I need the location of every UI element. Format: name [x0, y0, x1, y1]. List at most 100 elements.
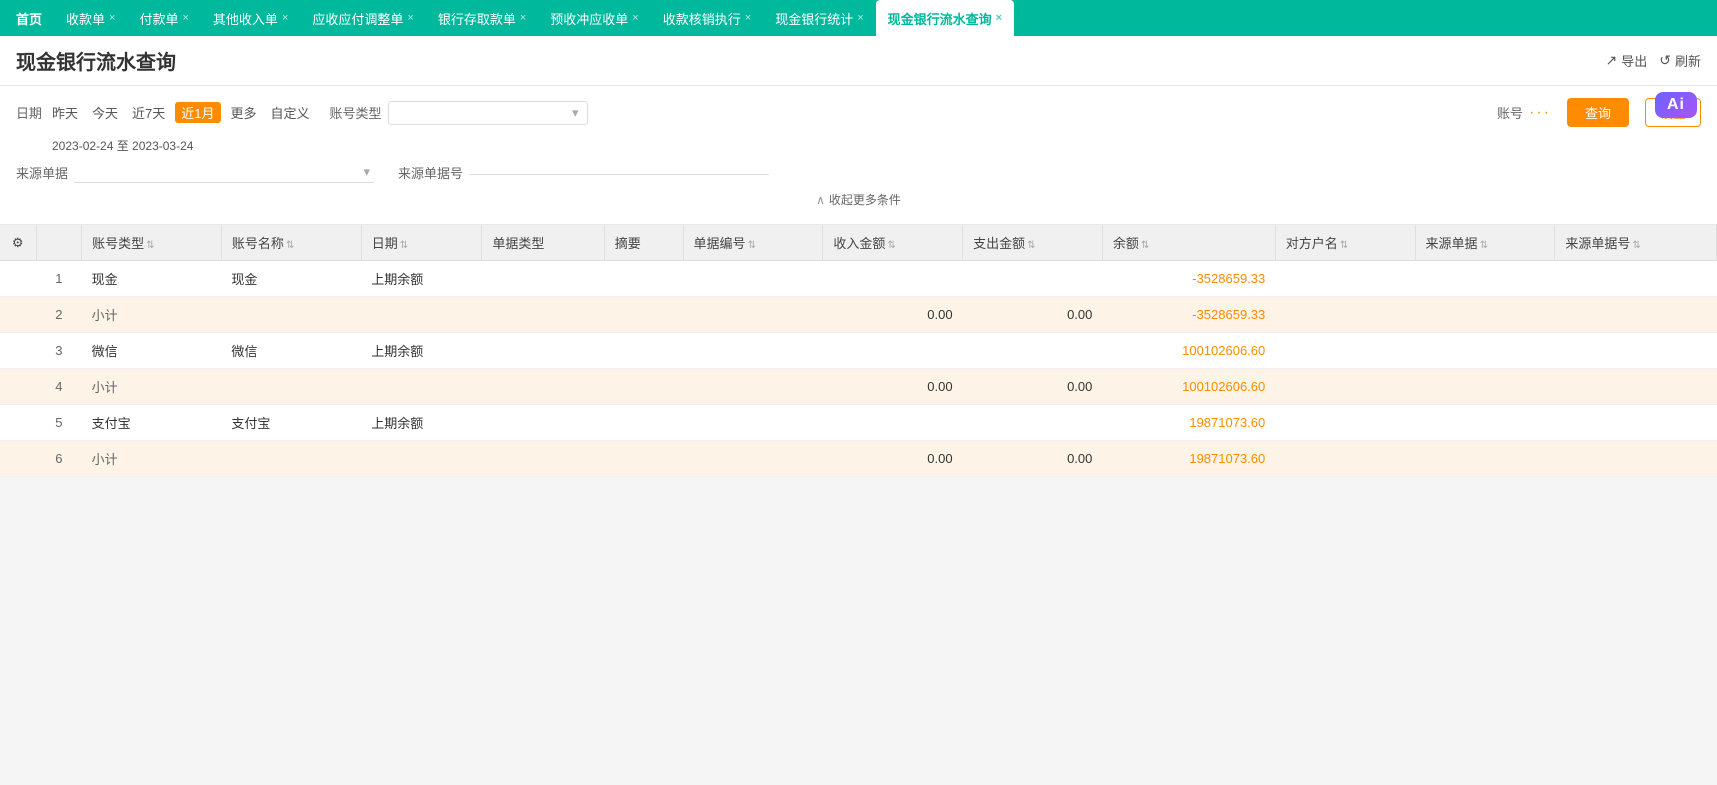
close-payment-icon[interactable]: × — [182, 12, 188, 24]
col-source-doc[interactable]: 来源单据⇅ — [1415, 225, 1555, 261]
close-cash-flow-icon[interactable]: × — [996, 12, 1002, 24]
col-balance[interactable]: 余额⇅ — [1102, 225, 1275, 261]
table-cell — [482, 261, 604, 297]
nav-cash-flow-label: 现金银行流水查询 — [888, 9, 992, 28]
ai-assistant-button[interactable]: Ai — [1655, 92, 1697, 118]
refresh-button[interactable]: ↺ 刷新 — [1659, 51, 1701, 70]
table-row[interactable]: 4小计0.000.00100102606.60 — [0, 369, 1717, 405]
table-cell — [1275, 261, 1415, 297]
table-cell — [0, 369, 36, 405]
col-source-doc-no[interactable]: 来源单据号⇅ — [1555, 225, 1717, 261]
nav-tab-payment[interactable]: 付款单 × — [127, 0, 200, 36]
table-cell: 0.00 — [963, 297, 1103, 333]
nav-tab-home[interactable]: 首页 — [4, 0, 54, 36]
close-receipt-icon[interactable]: × — [109, 12, 115, 24]
table-cell: 支付宝 — [221, 405, 361, 441]
col-gear[interactable]: ⚙ — [0, 225, 36, 261]
table-header-row: ⚙ 账号类型⇅ 账号名称⇅ 日期⇅ 单据类型 摘要 单据编号⇅ 收入金额⇅ 支出… — [0, 225, 1717, 261]
source-doc-no-input[interactable] — [469, 170, 769, 175]
table-row[interactable]: 1现金现金上期余额-3528659.33 — [0, 261, 1717, 297]
col-expense[interactable]: 支出金额⇅ — [963, 225, 1103, 261]
col-doc-no[interactable]: 单据编号⇅ — [683, 225, 823, 261]
account-type-select[interactable]: ▾ — [388, 101, 588, 125]
page-title: 现金银行流水查询 — [16, 46, 176, 75]
close-other-income-icon[interactable]: × — [282, 12, 288, 24]
account-label: 账号 — [1497, 103, 1523, 122]
col-date[interactable]: 日期⇅ — [361, 225, 482, 261]
col-income[interactable]: 收入金额⇅ — [823, 225, 963, 261]
export-icon: ↗ — [1606, 52, 1618, 69]
table-cell — [1275, 441, 1415, 477]
query-button[interactable]: 查询 — [1567, 98, 1629, 127]
export-label: 导出 — [1621, 51, 1647, 70]
top-navigation: 首页 收款单 × 付款单 × 其他收入单 × 应收应付调整单 × 银行存取款单 … — [0, 0, 1717, 36]
close-arap-icon[interactable]: × — [407, 12, 413, 24]
table-cell — [683, 369, 823, 405]
table-cell: -3528659.33 — [1102, 261, 1275, 297]
nav-other-income-label: 其他收入单 — [213, 9, 278, 28]
table-row[interactable]: 6小计0.000.0019871073.60 — [0, 441, 1717, 477]
last7-btn[interactable]: 近7天 — [128, 102, 169, 123]
table-cell — [1415, 261, 1555, 297]
table-cell: 微信 — [221, 333, 361, 369]
header-actions: ↗ 导出 ↺ 刷新 — [1606, 51, 1702, 70]
nav-tab-ar-ap-adjust[interactable]: 应收应付调整单 × — [300, 0, 425, 36]
close-cash-stats-icon[interactable]: × — [857, 12, 863, 24]
nav-tab-writeoff[interactable]: 收款核销执行 × — [651, 0, 763, 36]
table-row[interactable]: 3微信微信上期余额100102606.60 — [0, 333, 1717, 369]
account-dots-button[interactable]: ··· — [1529, 104, 1551, 122]
table-cell — [604, 261, 683, 297]
nav-tab-bank-deposit[interactable]: 银行存取款单 × — [426, 0, 538, 36]
more-btn[interactable]: 更多 — [227, 102, 261, 123]
account-filter: 账号 ··· — [1497, 103, 1551, 122]
nav-home-label: 首页 — [16, 9, 42, 28]
yesterday-btn[interactable]: 昨天 — [48, 102, 82, 123]
table-row[interactable]: 5支付宝支付宝上期余额19871073.60 — [0, 405, 1717, 441]
table-cell: -3528659.33 — [1102, 297, 1275, 333]
table-body: 1现金现金上期余额-3528659.332小计0.000.00-3528659.… — [0, 261, 1717, 477]
table-cell — [0, 261, 36, 297]
nav-bank-deposit-label: 银行存取款单 — [438, 9, 516, 28]
filter-row-2: 来源单据 ▾ 来源单据号 — [16, 162, 1701, 183]
nav-tab-cash-flow[interactable]: 现金银行流水查询 × — [876, 0, 1014, 36]
table-cell — [361, 369, 482, 405]
table-cell — [683, 441, 823, 477]
table-cell: 3 — [36, 333, 82, 369]
nav-pre-receipt-label: 预收冲应收单 — [550, 9, 628, 28]
col-account-name[interactable]: 账号名称⇅ — [221, 225, 361, 261]
table-cell: 4 — [36, 369, 82, 405]
table-cell — [963, 405, 1103, 441]
col-summary: 摘要 — [604, 225, 683, 261]
table-container: ⚙ 账号类型⇅ 账号名称⇅ 日期⇅ 单据类型 摘要 单据编号⇅ 收入金额⇅ 支出… — [0, 225, 1717, 477]
cash-flow-table: ⚙ 账号类型⇅ 账号名称⇅ 日期⇅ 单据类型 摘要 单据编号⇅ 收入金额⇅ 支出… — [0, 225, 1717, 477]
today-btn[interactable]: 今天 — [88, 102, 122, 123]
date-range-display: 2023-02-24 至 2023-03-24 — [16, 137, 1701, 154]
col-account-type[interactable]: 账号类型⇅ — [82, 225, 222, 261]
nav-tab-pre-receipt[interactable]: 预收冲应收单 × — [538, 0, 650, 36]
table-cell — [0, 333, 36, 369]
table-cell: 现金 — [221, 261, 361, 297]
close-bank-deposit-icon[interactable]: × — [520, 12, 526, 24]
table-cell — [482, 441, 604, 477]
table-cell — [221, 441, 361, 477]
table-cell — [683, 261, 823, 297]
nav-tab-other-income[interactable]: 其他收入单 × — [201, 0, 300, 36]
table-cell — [1275, 333, 1415, 369]
custom-btn[interactable]: 自定义 — [267, 102, 314, 123]
table-cell — [1275, 405, 1415, 441]
export-button[interactable]: ↗ 导出 — [1606, 51, 1648, 70]
table-cell — [1415, 297, 1555, 333]
table-cell: 19871073.60 — [1102, 405, 1275, 441]
source-doc-select[interactable]: ▾ — [74, 162, 374, 183]
collapse-bar[interactable]: ∧ 收起更多条件 — [16, 187, 1701, 216]
close-pre-receipt-icon[interactable]: × — [632, 12, 638, 24]
table-cell — [1555, 297, 1717, 333]
table-row[interactable]: 2小计0.000.00-3528659.33 — [0, 297, 1717, 333]
nav-tab-cash-stats[interactable]: 现金银行统计 × — [763, 0, 875, 36]
table-cell — [361, 441, 482, 477]
close-writeoff-icon[interactable]: × — [745, 12, 751, 24]
nav-tab-receipt[interactable]: 收款单 × — [54, 0, 127, 36]
last1m-btn[interactable]: 近1月 — [175, 102, 220, 123]
col-counterparty[interactable]: 对方户名⇅ — [1275, 225, 1415, 261]
table-cell: 100102606.60 — [1102, 333, 1275, 369]
